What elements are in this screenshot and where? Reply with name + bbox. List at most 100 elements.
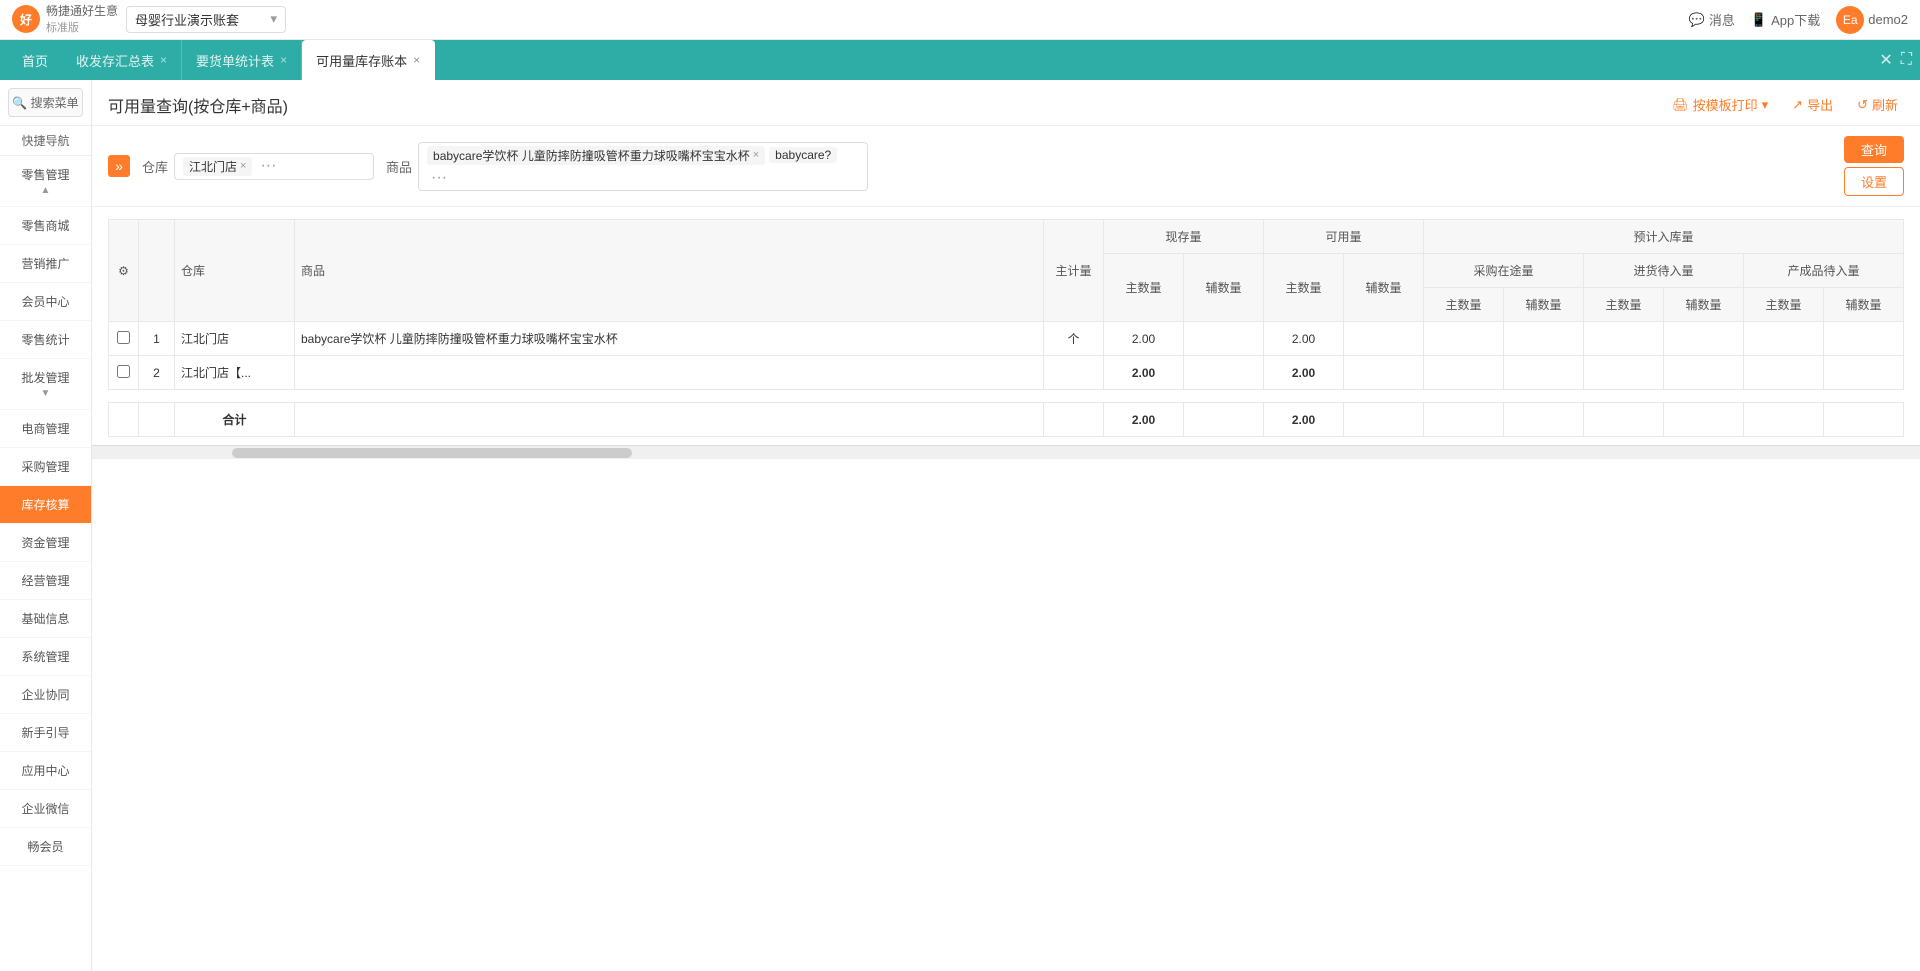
quick-nav-btn[interactable]: 快捷导航 [0, 126, 91, 156]
search-icon: 🔍 [12, 96, 30, 110]
checkbox[interactable] [117, 331, 130, 344]
col-settings-header[interactable]: ⚙ [109, 220, 139, 322]
row1-stock-main: 2.00 [1104, 322, 1184, 356]
row2-checkbox[interactable] [109, 356, 139, 390]
tab-order-stats[interactable]: 要货单统计表 × [182, 40, 302, 80]
warehouse-tag-remove[interactable]: × [240, 160, 246, 172]
totals-goods-spacer [295, 403, 1044, 437]
table-row: 2 江北门店【... 2.00 2.00 [109, 356, 1904, 390]
query-btn[interactable]: 查询 [1844, 136, 1904, 163]
message-btn[interactable]: 💬 消息 [1689, 10, 1735, 29]
totals-label: 合计 [175, 403, 295, 437]
row1-unit: 个 [1044, 322, 1104, 356]
purchase-transit-aux-header: 辅数量 [1504, 288, 1584, 322]
totals-pp-main [1744, 403, 1824, 437]
sidebar-item-basic-info[interactable]: 基础信息 [0, 600, 91, 638]
main-layout: 🔍 搜索菜单 快捷导航 零售管理 ▲ 零售商城 营销推广 会员中心 零售统计 批… [0, 80, 1920, 971]
row2-warehouse: 江北门店【... [175, 356, 295, 390]
row2-inbound-pending-main [1584, 356, 1664, 390]
totals-table: 合计 2.00 2.00 [108, 402, 1904, 437]
app-download-label: App下载 [1771, 10, 1820, 29]
production-pending-header: 产成品待入量 [1744, 254, 1904, 288]
table-container: ⚙ 仓库 商品 主计量 现存量 可用量 预计入库量 主数量 辅数 [92, 207, 1920, 402]
tab-available-inventory-label: 可用量库存账本 [316, 51, 407, 70]
inbound-pending-aux-header: 辅数量 [1664, 288, 1744, 322]
totals-ip-main [1584, 403, 1664, 437]
industry-selector[interactable]: 母婴行业演示账套 ▾ [126, 6, 286, 33]
sidebar-item-label: 基础信息 [21, 610, 69, 627]
export-label: 导出 [1807, 95, 1833, 114]
tab-receive-summary-close[interactable]: × [160, 53, 167, 67]
sidebar-item-app-center[interactable]: 应用中心 [0, 752, 91, 790]
checkbox[interactable] [117, 365, 130, 378]
purchase-transit-header: 采购在途量 [1424, 254, 1584, 288]
totals-stock-aux [1184, 403, 1264, 437]
maximize-icon[interactable]: ⛶ [1901, 51, 1912, 69]
tab-available-inventory[interactable]: 可用量库存账本 × [302, 40, 435, 80]
sidebar-item-operations[interactable]: 经营管理 [0, 562, 91, 600]
sidebar-item-enterprise-wechat[interactable]: 企业微信 [0, 790, 91, 828]
sidebar-item-member-center[interactable]: 会员中心 [0, 283, 91, 321]
production-pending-aux-header: 辅数量 [1824, 288, 1904, 322]
warehouse-filter-input[interactable]: 江北门店 × ··· [174, 153, 374, 180]
logo-subtext: 标准版 [46, 19, 118, 35]
user-menu[interactable]: Ea demo2 [1836, 6, 1908, 34]
sidebar-item-retail-mgmt[interactable]: 零售管理 ▲ [0, 156, 91, 207]
goods-tag-remove[interactable]: × [753, 149, 759, 161]
app-download-btn[interactable]: 📱 App下载 [1751, 10, 1820, 29]
tab-receive-summary[interactable]: 收发存汇总表 × [62, 40, 182, 80]
totals-stock-main: 2.00 [1104, 403, 1184, 437]
filter-expand-btn[interactable]: » [108, 155, 130, 177]
horizontal-scrollbar[interactable] [92, 445, 1920, 459]
close-all-icon[interactable]: ✕ [1879, 50, 1892, 70]
page-content: 可用量查询(按仓库+商品) 🖨 按模板打印 ▾ ↗ 导出 ↺ 刷新 [92, 80, 1920, 971]
settings-btn[interactable]: 设置 [1844, 167, 1904, 196]
sidebar-item-finance[interactable]: 资金管理 [0, 524, 91, 562]
row1-purchase-transit-aux [1504, 322, 1584, 356]
sidebar-item-enterprise[interactable]: 企业协同 [0, 676, 91, 714]
sidebar-item-inventory[interactable]: 库存核算 [0, 486, 91, 524]
template-print-label: 按模板打印 [1693, 95, 1758, 114]
mobile-icon: 📱 [1751, 12, 1767, 28]
goods-filter-input[interactable]: babycare学饮杯 儿童防摔防撞吸管杯重力球吸嘴杯宝宝水杯 × babyca… [418, 142, 868, 191]
goods-filter-dots[interactable]: ··· [431, 169, 447, 187]
row1-checkbox[interactable] [109, 322, 139, 356]
refresh-btn[interactable]: ↺ 刷新 [1851, 92, 1904, 117]
sidebar-item-new-guide[interactable]: 新手引导 [0, 714, 91, 752]
scroll-thumb[interactable] [232, 448, 632, 458]
sidebar-item-purchase[interactable]: 采购管理 [0, 448, 91, 486]
warehouse-filter-dots[interactable]: ··· [260, 157, 276, 175]
search-menu-btn[interactable]: 🔍 搜索菜单 [8, 88, 83, 117]
sidebar-item-marketing[interactable]: 营销推广 [0, 245, 91, 283]
tab-order-stats-label: 要货单统计表 [196, 51, 274, 70]
top-header: 好 畅捷通好生意 标准版 母婴行业演示账套 ▾ 💬 消息 📱 App下载 Ea … [0, 0, 1920, 40]
filter-bar: » 仓库 江北门店 × ··· 商品 babyca [92, 126, 1920, 207]
refresh-label: 刷新 [1872, 95, 1898, 114]
sidebar-item-wholesale-mgmt[interactable]: 批发管理 ▼ [0, 359, 91, 410]
sidebar-item-retail-stats[interactable]: 零售统计 [0, 321, 91, 359]
avail-aux-qty-header: 辅数量 [1344, 254, 1424, 322]
tab-home[interactable]: 首页 [8, 40, 62, 80]
sidebar-item-retail-mall[interactable]: 零售商城 [0, 207, 91, 245]
goods-filter-label: 商品 [386, 157, 412, 176]
tab-receive-summary-label: 收发存汇总表 [76, 51, 154, 70]
col-warehouse-header: 仓库 [175, 220, 295, 322]
tab-order-stats-close[interactable]: × [280, 53, 287, 67]
totals-row: 合计 2.00 2.00 [109, 403, 1904, 437]
row2-stock-aux [1184, 356, 1264, 390]
sidebar-item-vip-member[interactable]: 畅会员 [0, 828, 91, 866]
template-print-btn[interactable]: 🖨 按模板打印 ▾ [1666, 92, 1774, 117]
row2-purchase-transit-aux [1504, 356, 1584, 390]
export-icon: ↗ [1792, 97, 1803, 113]
avail-main-qty-header: 主数量 [1264, 254, 1344, 322]
sidebar-item-ecommerce[interactable]: 电商管理 [0, 410, 91, 448]
export-btn[interactable]: ↗ 导出 [1786, 92, 1839, 117]
tab-available-inventory-close[interactable]: × [413, 53, 420, 67]
chevron-down-icon: ▾ [270, 11, 277, 27]
row1-avail-aux [1344, 322, 1424, 356]
row2-stock-main: 2.00 [1104, 356, 1184, 390]
row2-production-pending-aux [1824, 356, 1904, 390]
sidebar-item-system-mgmt[interactable]: 系统管理 [0, 638, 91, 676]
row2-unit [1044, 356, 1104, 390]
nav-tabs-actions: ✕ ⛶ [1879, 50, 1912, 70]
